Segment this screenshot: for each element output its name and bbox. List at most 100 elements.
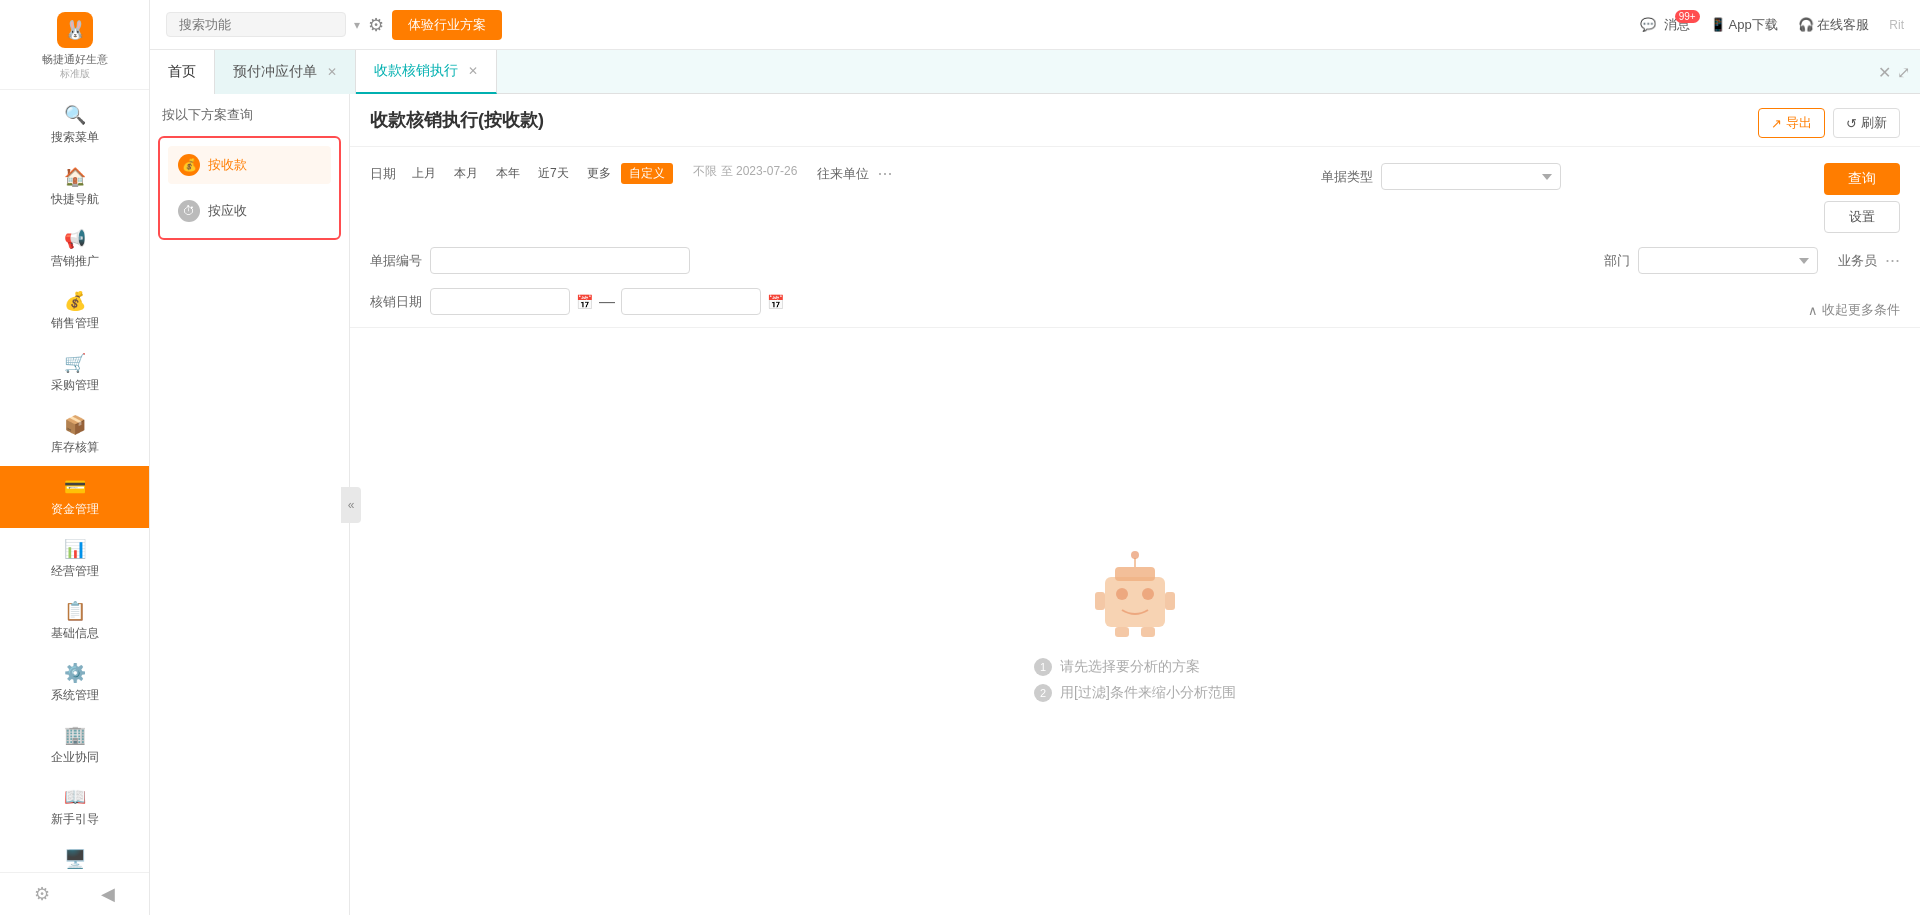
refresh-icon: ↺ [1846, 116, 1857, 131]
home-icon: 🏠 [64, 166, 86, 188]
tab-collection[interactable]: 收款核销执行 ✕ [356, 50, 497, 94]
export-button[interactable]: ↗ 导出 [1758, 108, 1825, 138]
content-area: 按以下方案查询 💰 按收款 ⏱ 按应收 « 收款核销执行(按收款) [150, 94, 1920, 915]
tab-collection-close-icon[interactable]: ✕ [468, 64, 478, 78]
verify-date-label: 核销日期 [370, 293, 422, 311]
sidebar-item-label: 库存核算 [51, 439, 99, 456]
doc-no-input[interactable] [430, 247, 690, 274]
sidebar-item-operation[interactable]: 📊 经营管理 [0, 528, 149, 590]
online-service-link[interactable]: 🎧 在线客服 [1798, 16, 1870, 34]
verify-date-end-calendar-icon[interactable]: 📅 [767, 294, 784, 310]
enterprise-icon: 🏢 [64, 724, 86, 746]
sidebar-item-label: 采购管理 [51, 377, 99, 394]
date-btn-this-month[interactable]: 本月 [446, 163, 486, 184]
svg-rect-1 [1115, 567, 1155, 581]
dept-select[interactable] [1638, 247, 1818, 274]
maximize-tab-icon[interactable]: ⤢ [1897, 62, 1910, 81]
date-no-limit: 不限 [693, 163, 717, 180]
by-receivable-icon: ⏱ [178, 200, 200, 222]
left-panel-item-by-receipt[interactable]: 💰 按收款 [168, 146, 331, 184]
sidebar-item-search[interactable]: 🔍 搜索菜单 [0, 94, 149, 156]
doc-no-label: 单据编号 [370, 252, 422, 270]
sidebar-item-purchase[interactable]: 🛒 采购管理 [0, 342, 149, 404]
filter-settings-button[interactable]: 设置 [1824, 201, 1900, 233]
settings-gear-icon[interactable]: ⚙ [368, 14, 384, 36]
left-panel-collapse-btn[interactable]: « [341, 487, 361, 523]
header-right: 💬 99+ 消息 📱 App下载 🎧 在线客服 Rit [1640, 16, 1904, 34]
date-btn-last-month[interactable]: 上月 [404, 163, 444, 184]
tip-text-1: 请先选择要分析的方案 [1060, 658, 1200, 676]
date-btn-this-year[interactable]: 本年 [488, 163, 528, 184]
logo-icon: 🐰 [57, 12, 93, 48]
partner-dots-btn[interactable]: ··· [877, 163, 892, 184]
verify-date-start-calendar-icon[interactable]: 📅 [576, 294, 593, 310]
sidebar-item-basic[interactable]: 📋 基础信息 [0, 590, 149, 652]
doc-type-select[interactable] [1381, 163, 1561, 190]
svg-rect-0 [1105, 577, 1165, 627]
tab-bar: 首页 预付冲应付单 ✕ 收款核销执行 ✕ ✕ ⤢ [150, 50, 1920, 94]
app-download-link[interactable]: 📱 App下载 [1710, 16, 1778, 34]
date-btn-more[interactable]: 更多 [579, 163, 619, 184]
empty-tip-2: 2 用[过滤]条件来缩小分析范围 [1034, 684, 1236, 702]
sidebar-item-shortcut[interactable]: 🏠 快捷导航 [0, 156, 149, 218]
filter-section: 日期 上月 本月 本年 近7天 更多 自定义 不限 至 2023-07-26 [350, 147, 1920, 328]
empty-state: 1 请先选择要分析的方案 2 用[过滤]条件来缩小分析范围 [350, 328, 1920, 915]
sidebar-item-label: 系统管理 [51, 687, 99, 704]
tab-home[interactable]: 首页 [150, 50, 215, 94]
search-input[interactable] [166, 12, 346, 37]
purchase-icon: 🛒 [64, 352, 86, 374]
left-panel-item-by-receivable[interactable]: ⏱ 按应收 [168, 192, 331, 230]
page-title: 收款核销执行(按收款) [370, 108, 1900, 132]
staff-dots-btn[interactable]: ··· [1885, 250, 1900, 271]
sidebar-footer: ⚙ ◀︎ [0, 872, 149, 915]
sidebar-item-label: 销售管理 [51, 315, 99, 332]
export-icon: ↗ [1771, 116, 1782, 131]
sidebar: 🐰 畅捷通好生意 标准版 🔍 搜索菜单 🏠 快捷导航 📢 营销推广 💰 销售管理… [0, 0, 150, 915]
svg-rect-4 [1095, 592, 1105, 610]
date-quick-buttons: 上月 本月 本年 近7天 更多 自定义 [404, 163, 673, 184]
sidebar-item-marketing[interactable]: 📢 营销推广 [0, 218, 149, 280]
sidebar-item-hardware[interactable]: 🖥️ 智能硬件 [0, 838, 149, 872]
industry-solution-button[interactable]: 体验行业方案 [392, 10, 502, 40]
search-button[interactable]: 查询 [1824, 163, 1900, 195]
verify-date-start-input[interactable]: 2023-03-01 [430, 288, 570, 315]
sidebar-item-inventory[interactable]: 📦 库存核算 [0, 404, 149, 466]
svg-rect-7 [1141, 627, 1155, 637]
collapse-more-conditions-btn[interactable]: ∧ 收起更多条件 [1808, 301, 1900, 319]
sidebar-item-sales[interactable]: 💰 销售管理 [0, 280, 149, 342]
sidebar-item-label: 营销推广 [51, 253, 99, 270]
left-panel-title: 按以下方案查询 [158, 106, 341, 124]
empty-tip-1: 1 请先选择要分析的方案 [1034, 658, 1236, 676]
collapse-sidebar-icon[interactable]: ◀︎ [101, 883, 115, 905]
settings-footer-icon[interactable]: ⚙ [34, 883, 50, 905]
sidebar-item-label: 快捷导航 [51, 191, 99, 208]
verify-date-end-input[interactable]: 2023-07-21 [621, 288, 761, 315]
svg-rect-6 [1115, 627, 1129, 637]
dropdown-arrow-icon[interactable]: ▾ [354, 18, 360, 32]
sales-icon: 💰 [64, 290, 86, 312]
empty-tips: 1 请先选择要分析的方案 2 用[过滤]条件来缩小分析范围 [1034, 658, 1236, 702]
message-icon[interactable]: 💬 99+ 消息 [1640, 16, 1690, 34]
svg-point-3 [1142, 588, 1154, 600]
header-left: ▾ ⚙ 体验行业方案 [166, 10, 502, 40]
tab-prepay-close-icon[interactable]: ✕ [327, 65, 337, 79]
svg-rect-5 [1165, 592, 1175, 610]
sidebar-item-guide[interactable]: 📖 新手引导 [0, 776, 149, 838]
sidebar-item-finance[interactable]: 💳 资金管理 [0, 466, 149, 528]
partner-label: 往来单位 [817, 165, 869, 183]
system-icon: ⚙️ [64, 662, 86, 684]
date-btn-custom[interactable]: 自定义 [621, 163, 673, 184]
by-receivable-label: 按应收 [208, 202, 247, 220]
tab-prepay[interactable]: 预付冲应付单 ✕ [215, 50, 356, 94]
sidebar-item-enterprise[interactable]: 🏢 企业协同 [0, 714, 149, 776]
svg-point-2 [1116, 588, 1128, 600]
sidebar-item-system[interactable]: ⚙️ 系统管理 [0, 652, 149, 714]
close-tab-icon[interactable]: ✕ [1878, 62, 1891, 81]
user-avatar[interactable]: Rit [1889, 18, 1904, 32]
refresh-button[interactable]: ↺ 刷新 [1833, 108, 1900, 138]
top-header: ▾ ⚙ 体验行业方案 💬 99+ 消息 📱 App下载 🎧 在线客服 Rit [150, 0, 1920, 50]
message-badge: 99+ [1675, 10, 1700, 23]
date-btn-7days[interactable]: 近7天 [530, 163, 577, 184]
finance-icon: 💳 [64, 476, 86, 498]
tab-collection-label: 收款核销执行 [374, 62, 458, 80]
